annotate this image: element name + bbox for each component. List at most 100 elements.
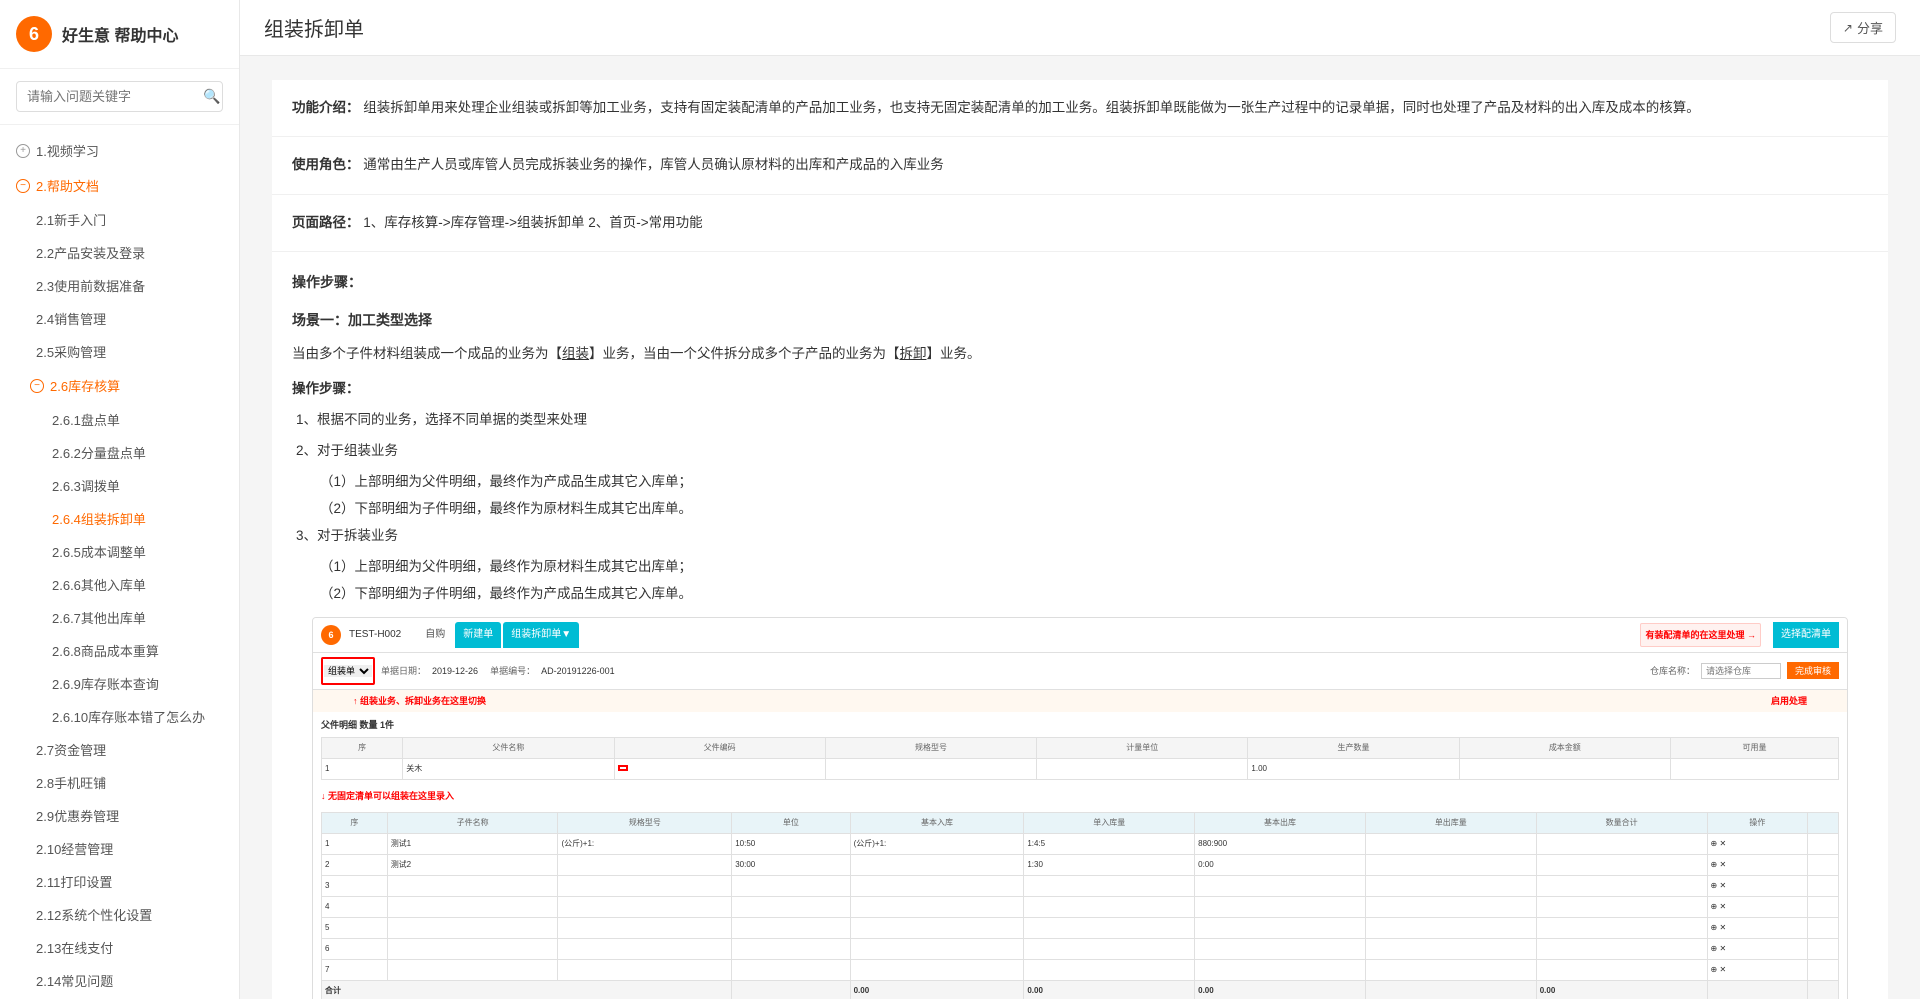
sidebar-item-purchase[interactable]: 2.5采购管理: [0, 335, 239, 368]
mock-lth-seq: 序: [322, 812, 388, 833]
mock-lower-row-5: 5⊕ ✕: [322, 917, 1839, 938]
logo-area: 6 好生意 帮助中心: [0, 0, 239, 69]
step2-sub1: （1）上部明细为父件明细，最终作为产成品生成其它入库单；: [320, 468, 1868, 495]
mock-th-name: 父件名称: [403, 737, 614, 758]
mock-num-value: AD-20191226-001: [541, 662, 615, 680]
sidebar-item-sales[interactable]: 2.4销售管理: [0, 302, 239, 335]
step2-subs: （1）上部明细为父件明细，最终作为产成品生成其它入库单； （2）下部明细为子件明…: [320, 468, 1868, 522]
mock-annotation-4: ↓ 无固定清单可以组装在这里录入: [321, 791, 454, 801]
mock-lower-table: 序 子件名称 规格型号 单位 基本入库 单入库量 基本出库 单出库量 数量合计: [321, 812, 1839, 999]
mock-th-qty-prod: 生产数量: [1248, 737, 1459, 758]
step3-subs: （1）上部明细为父件明细，最终作为原材料生成其它出库单； （2）下部明细为子件明…: [320, 553, 1868, 607]
sidebar-item-partial[interactable]: 2.6.2分量盘点单: [0, 436, 239, 469]
mock-type-select-wrapper: 组装单 拆卸单: [321, 657, 375, 685]
expand-icon: +: [16, 144, 30, 158]
mock-topbar: 6 TEST-H002 自购 新建单 组装拆卸单▼ 有装配清单的在这里处理 →: [313, 618, 1847, 653]
sidebar-item-system[interactable]: 2.12系统个性化设置: [0, 898, 239, 931]
logo-text: 好生意 帮助中心: [62, 22, 178, 46]
intro-text: 组装拆卸单用来处理企业组装或拆卸等加工业务，支持有固定装配清单的产品加工业务，也…: [363, 100, 1700, 115]
sidebar-item-assembly[interactable]: 2.6.4组装拆卸单: [0, 502, 239, 535]
sidebar-item-new[interactable]: 2.1新手入门: [0, 203, 239, 236]
mock-lth-base-in: 基本入库: [850, 812, 1024, 833]
step-list: 1、根据不同的业务，选择不同单据的类型来处理 2、对于组装业务 （1）上部明细为…: [296, 406, 1868, 607]
mock-tab-new: 新建单: [455, 622, 501, 648]
screenshot-container: 6 TEST-H002 自购 新建单 组装拆卸单▼ 有装配清单的在这里处理 →: [312, 617, 1848, 999]
sidebar-item-transfer[interactable]: 2.6.3调拨单: [0, 469, 239, 502]
mock-th-seq: 序: [322, 737, 403, 758]
sidebar-item-finance[interactable]: 2.7资金管理: [0, 733, 239, 766]
mock-lower-row-2: 2 测试2 30:00 1:30 0:00: [322, 854, 1839, 875]
page-title: 组装拆卸单: [264, 13, 364, 42]
logo-icon: 6: [16, 16, 52, 52]
step3-sub1: （1）上部明细为父件明细，最终作为原材料生成其它出库单；: [320, 553, 1868, 580]
mock-complete-btn[interactable]: 完成审核: [1787, 662, 1839, 679]
sidebar-item-cost-adj[interactable]: 2.6.5成本调整单: [0, 535, 239, 568]
search-area: 🔍: [0, 69, 239, 125]
mock-lth-name: 子件名称: [387, 812, 558, 833]
sidebar-item-faq[interactable]: 2.14常见问题: [0, 964, 239, 997]
sidebar-item-stock-check[interactable]: 2.6.9库存账本查询: [0, 667, 239, 700]
main-header: 组装拆卸单 ↗ 分享: [240, 0, 1920, 56]
mock-th-code: 父件编码: [614, 737, 825, 758]
mock-lth-base-out: 基本出库: [1195, 812, 1366, 833]
sidebar-item-coupon[interactable]: 2.9优惠券管理: [0, 799, 239, 832]
step1: 1、根据不同的业务，选择不同单据的类型来处理: [296, 406, 1868, 433]
sidebar-item-ops[interactable]: 2.10经营管理: [0, 832, 239, 865]
mock-th-unit: 计量单位: [1037, 737, 1248, 758]
intro-section: 功能介绍： 组装拆卸单用来处理企业组装或拆卸等加工业务，支持有固定装配清单的产品…: [272, 80, 1888, 137]
mock-upper-table: 序 父件名称 父件编码 规格型号 计量单位 生产数量 成本金额 可用量: [321, 737, 1839, 780]
sidebar-item-print[interactable]: 2.11打印设置: [0, 865, 239, 898]
mock-lower-row-4: 4⊕ ✕: [322, 896, 1839, 917]
mock-date-value: 2019-12-26: [432, 662, 478, 680]
mock-btn-select: 选择配清单: [1773, 622, 1839, 648]
step2-sub2: （2）下部明细为子件明细，最终作为原材料生成其它出库单。: [320, 495, 1868, 522]
sidebar-item-cost-calc[interactable]: 2.6.8商品成本重算: [0, 634, 239, 667]
mock-lower-row-3: 3⊕ ✕: [322, 875, 1839, 896]
mock-annotation-3: 启用处理: [1771, 692, 1807, 710]
mock-lower-annotation: ↓ 无固定清单可以组装在这里录入: [313, 784, 1847, 808]
step2: 2、对于组装业务: [296, 437, 1868, 464]
mock-th-cost-amt: 成本金额: [1459, 737, 1670, 758]
path-section: 页面路径： 1、库存核算->库存管理->组装拆卸单 2、首页->常用功能: [272, 195, 1888, 252]
search-box[interactable]: 🔍: [16, 81, 223, 112]
mock-num-label: 单据编号：: [490, 662, 535, 680]
mock-th-other-in: 可用量: [1670, 737, 1838, 758]
mock-lower-table-area: 序 子件名称 规格型号 单位 基本入库 单入库量 基本出库 单出库量 数量合计: [313, 808, 1847, 999]
step3-sub2: （2）下部明细为子件明细，最终作为产成品生成其它入库单。: [320, 580, 1868, 607]
sidebar-item-label: 1.视频学习: [36, 141, 99, 160]
step3: 3、对于拆装业务: [296, 522, 1868, 549]
mock-warehouse-input[interactable]: [1701, 663, 1781, 679]
collapse-icon: −: [16, 179, 30, 193]
sidebar-item-other-out[interactable]: 2.6.7其他出库单: [0, 601, 239, 634]
sidebar-item-payment[interactable]: 2.13在线支付: [0, 931, 239, 964]
sidebar-item-count[interactable]: 2.6.1盘点单: [0, 403, 239, 436]
mock-th-spec: 规格型号: [825, 737, 1036, 758]
path-text: 1、库存核算->库存管理->组装拆卸单 2、首页->常用功能: [363, 215, 702, 230]
steps-label: 操作步骤：: [292, 375, 1868, 402]
sidebar-item-other-in[interactable]: 2.6.6其他入库单: [0, 568, 239, 601]
sidebar-item-data[interactable]: 2.3使用前数据准备: [0, 269, 239, 302]
nav-list: + 1.视频学习 − 2.帮助文档 2.1新手入门 2.2产品安装及登录 2.3…: [0, 125, 239, 999]
mock-lth-op: 操作: [1707, 812, 1808, 833]
mock-lower-row-7: 7⊕ ✕: [322, 959, 1839, 980]
mock-company: TEST-H002: [349, 625, 401, 645]
search-input[interactable]: [27, 89, 203, 104]
sidebar-item-video[interactable]: + 1.视频学习: [0, 133, 239, 168]
mock-lth-qty-total: 数量合计: [1536, 812, 1707, 833]
mock-nav-tabs: 自购 新建单 组装拆卸单▼: [417, 622, 579, 648]
path-label: 页面路径：: [292, 215, 360, 230]
mock-lower-row-1: 1 测试1 (公斤)+1: 10:50 (公斤)+1: 1:4:5 880:90…: [322, 833, 1839, 854]
mock-lth-spec: 规格型号: [558, 812, 732, 833]
mock-type-select[interactable]: 组装单 拆卸单: [324, 665, 372, 677]
mock-upper-row-1: 1 关木 1.00: [322, 758, 1839, 779]
sidebar-item-docs[interactable]: − 2.帮助文档: [0, 168, 239, 203]
mock-annotation-row: ↑ 组装业务、拆卸业务在这里切换 启用处理: [313, 690, 1847, 712]
role-text: 通常由生产人员或库管人员完成拆装业务的操作，库管人员确认原材料的出库和产成品的入…: [363, 157, 944, 172]
sidebar-item-mobile[interactable]: 2.8手机旺铺: [0, 766, 239, 799]
sidebar-item-stock-err[interactable]: 2.6.10库存账本错了怎么办: [0, 700, 239, 733]
mock-logo-icon: 6: [321, 625, 341, 645]
share-button[interactable]: ↗ 分享: [1830, 12, 1896, 43]
sidebar-item-inventory[interactable]: − 2.6库存核算: [0, 368, 239, 403]
search-icon[interactable]: 🔍: [203, 88, 220, 105]
sidebar-item-install[interactable]: 2.2产品安装及登录: [0, 236, 239, 269]
